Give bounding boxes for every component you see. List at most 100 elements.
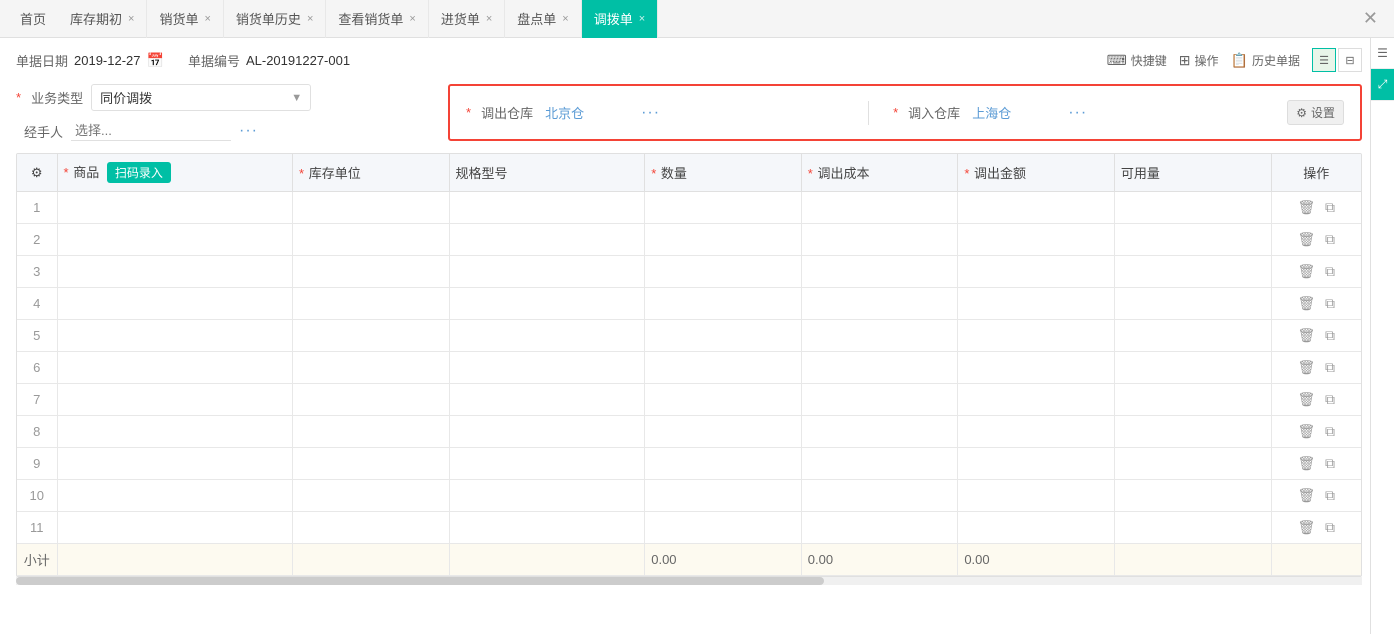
cell-cost[interactable] <box>801 512 958 544</box>
business-type-select[interactable]: 同价调拨 ▼ <box>91 84 311 111</box>
cell-available[interactable] <box>1114 192 1271 224</box>
cell-available[interactable] <box>1114 512 1271 544</box>
copy-icon[interactable]: ⧉ <box>1325 231 1335 247</box>
cell-spec[interactable] <box>449 416 645 448</box>
scan-button[interactable]: 扫码录入 <box>107 162 171 183</box>
delete-icon[interactable]: 🗑 <box>1298 391 1316 407</box>
layout-grid-btn[interactable]: ⊟ <box>1338 48 1362 72</box>
copy-icon[interactable]: ⧉ <box>1325 423 1335 439</box>
cell-available[interactable] <box>1114 256 1271 288</box>
tab-view-sales[interactable]: 查看销货单 × <box>326 0 428 38</box>
handler-more-btn[interactable]: ··· <box>239 122 258 140</box>
cell-spec[interactable] <box>449 288 645 320</box>
cell-spec[interactable] <box>449 384 645 416</box>
cell-cost[interactable] <box>801 224 958 256</box>
operations-btn[interactable]: ⊞ 操作 <box>1179 52 1219 69</box>
tab-close-transfer-order[interactable]: × <box>639 13 645 25</box>
cell-product[interactable] <box>57 320 293 352</box>
cell-cost[interactable] <box>801 320 958 352</box>
cell-quantity[interactable] <box>645 256 802 288</box>
delete-icon[interactable]: 🗑 <box>1298 295 1316 311</box>
cell-cost[interactable] <box>801 256 958 288</box>
tab-purchase-order[interactable]: 进货单 × <box>429 0 505 38</box>
cell-amount[interactable] <box>958 416 1115 448</box>
cell-quantity[interactable] <box>645 320 802 352</box>
copy-icon[interactable]: ⧉ <box>1325 391 1335 407</box>
cell-available[interactable] <box>1114 224 1271 256</box>
cell-product[interactable] <box>57 512 293 544</box>
delete-icon[interactable]: 🗑 <box>1298 199 1316 215</box>
cell-product[interactable] <box>57 288 293 320</box>
cell-available[interactable] <box>1114 448 1271 480</box>
cell-unit[interactable] <box>293 416 450 448</box>
delete-icon[interactable]: 🗑 <box>1298 487 1316 503</box>
horizontal-scrollbar[interactable] <box>16 577 1362 585</box>
cell-cost[interactable] <box>801 480 958 512</box>
cell-amount[interactable] <box>958 448 1115 480</box>
cell-quantity[interactable] <box>645 288 802 320</box>
cell-unit[interactable] <box>293 288 450 320</box>
cell-quantity[interactable] <box>645 480 802 512</box>
cell-amount[interactable] <box>958 512 1115 544</box>
tab-sales-order[interactable]: 销货单 × <box>147 0 223 38</box>
cell-product[interactable] <box>57 416 293 448</box>
cell-available[interactable] <box>1114 288 1271 320</box>
delete-icon[interactable]: 🗑 <box>1298 327 1316 343</box>
delete-icon[interactable]: 🗑 <box>1298 359 1316 375</box>
cell-amount[interactable] <box>958 192 1115 224</box>
cell-quantity[interactable] <box>645 224 802 256</box>
delete-icon[interactable]: 🗑 <box>1298 455 1316 471</box>
cell-amount[interactable] <box>958 256 1115 288</box>
cell-available[interactable] <box>1114 384 1271 416</box>
tab-bar-close-button[interactable]: ✕ <box>1355 8 1386 29</box>
cell-unit[interactable] <box>293 448 450 480</box>
delete-icon[interactable]: 🗑 <box>1298 423 1316 439</box>
cell-available[interactable] <box>1114 480 1271 512</box>
layout-list-btn[interactable]: ☰ <box>1312 48 1336 72</box>
warehouse-out-more-btn[interactable]: ··· <box>641 104 660 122</box>
delete-icon[interactable]: 🗑 <box>1298 263 1316 279</box>
cell-spec[interactable] <box>449 192 645 224</box>
cell-spec[interactable] <box>449 352 645 384</box>
cell-unit[interactable] <box>293 224 450 256</box>
cell-unit[interactable] <box>293 256 450 288</box>
cell-unit[interactable] <box>293 512 450 544</box>
cell-spec[interactable] <box>449 448 645 480</box>
cell-spec[interactable] <box>449 512 645 544</box>
cell-spec[interactable] <box>449 256 645 288</box>
cell-amount[interactable] <box>958 352 1115 384</box>
shortcut-btn[interactable]: ⌨ 快捷键 <box>1107 52 1167 69</box>
cell-product[interactable] <box>57 384 293 416</box>
cell-quantity[interactable] <box>645 512 802 544</box>
history-btn[interactable]: 📋 历史单据 <box>1231 52 1300 69</box>
tab-sales-history[interactable]: 销货单历史 × <box>224 0 326 38</box>
sidebar-expand-btn[interactable]: ⤢ <box>1371 69 1394 101</box>
cell-available[interactable] <box>1114 320 1271 352</box>
tab-home[interactable]: 首页 <box>8 0 58 38</box>
cell-unit[interactable] <box>293 384 450 416</box>
tab-close-inventory-init[interactable]: × <box>128 13 134 25</box>
cell-cost[interactable] <box>801 384 958 416</box>
tab-close-inventory-count[interactable]: × <box>562 13 568 25</box>
tab-close-purchase-order[interactable]: × <box>486 13 492 25</box>
cell-cost[interactable] <box>801 352 958 384</box>
cell-quantity[interactable] <box>645 416 802 448</box>
tab-close-sales-history[interactable]: × <box>307 13 313 25</box>
cell-cost[interactable] <box>801 288 958 320</box>
sidebar-list-btn[interactable]: ☰ <box>1371 38 1394 69</box>
tab-transfer-order[interactable]: 调拨单 × <box>582 0 658 38</box>
cell-amount[interactable] <box>958 320 1115 352</box>
warehouse-in-more-btn[interactable]: ··· <box>1068 104 1087 122</box>
cell-amount[interactable] <box>958 224 1115 256</box>
cell-product[interactable] <box>57 448 293 480</box>
cell-amount[interactable] <box>958 384 1115 416</box>
tab-inventory-count[interactable]: 盘点单 × <box>505 0 581 38</box>
copy-icon[interactable]: ⧉ <box>1325 487 1335 503</box>
cell-cost[interactable] <box>801 448 958 480</box>
cell-product[interactable] <box>57 256 293 288</box>
delete-icon[interactable]: 🗑 <box>1298 231 1316 247</box>
th-settings[interactable]: ⚙ <box>17 154 57 192</box>
cell-product[interactable] <box>57 352 293 384</box>
settings-button[interactable]: ⚙ 设置 <box>1287 100 1344 125</box>
cell-product[interactable] <box>57 224 293 256</box>
